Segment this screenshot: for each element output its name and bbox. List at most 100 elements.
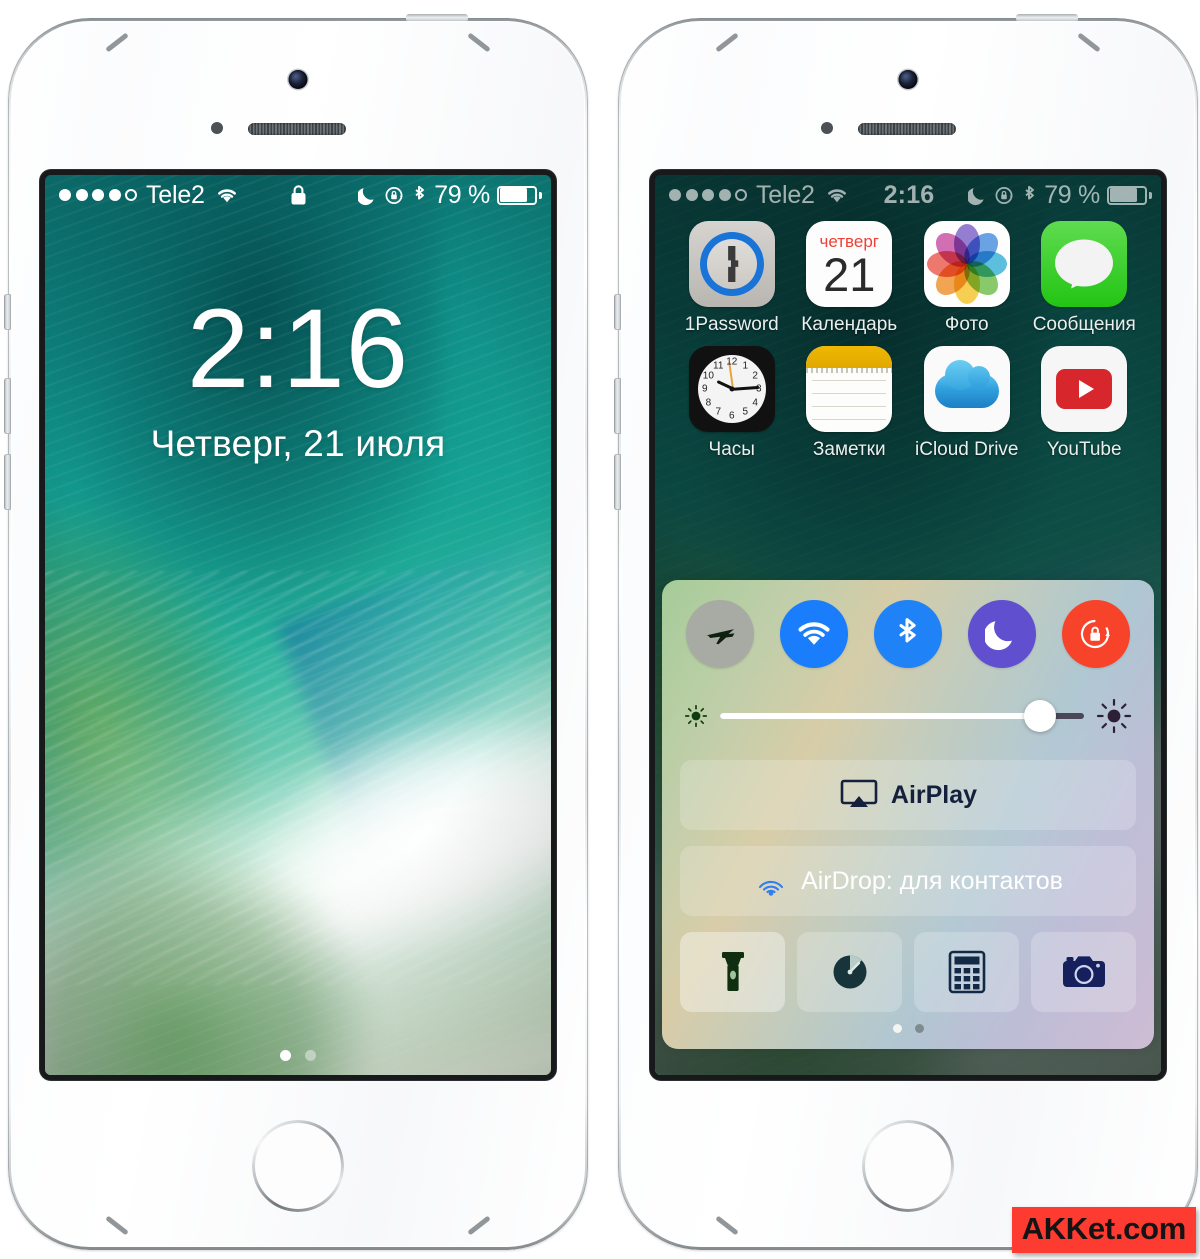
- app-clock[interactable]: 1 2 3 4 5 6 7 8 9 10 11 12 Часы: [673, 346, 791, 461]
- timer-icon: [833, 955, 866, 989]
- control-center-page-indicator[interactable]: [680, 1024, 1136, 1033]
- timer-button[interactable]: [797, 932, 902, 1012]
- app-label: Часы: [708, 439, 755, 460]
- home-button[interactable]: [252, 1120, 344, 1212]
- battery-percent-label: 79 %: [1044, 180, 1100, 209]
- app-label: Заметки: [812, 439, 886, 460]
- youtube-icon[interactable]: [1041, 346, 1128, 432]
- sun-large-icon: [1096, 698, 1132, 734]
- clock-numeral: 9: [701, 383, 708, 395]
- page-indicator-left[interactable]: [45, 1050, 551, 1061]
- watermark: AKKet.com: [1011, 1207, 1196, 1253]
- proximity-sensor: [211, 122, 223, 134]
- app-label: Календарь: [801, 314, 898, 335]
- volume-up-button[interactable]: [4, 378, 11, 434]
- app-messages[interactable]: Сообщения: [1026, 221, 1144, 336]
- carrier-label: Tele2: [146, 180, 205, 209]
- volume-down-button[interactable]: [614, 454, 621, 510]
- clock-numeral: 12: [726, 356, 738, 368]
- brightness-track[interactable]: [720, 700, 1084, 732]
- app-photos[interactable]: Фото: [908, 221, 1026, 336]
- flashlight-button[interactable]: [680, 932, 785, 1012]
- rotation-lock-icon: [995, 186, 1013, 204]
- earpiece-speaker: [858, 123, 956, 135]
- wifi-toggle[interactable]: [780, 600, 848, 668]
- 1password-icon[interactable]: [688, 221, 775, 307]
- app-notes[interactable]: Заметки: [791, 346, 909, 461]
- app-grid: 1Password четверг 21 Календарь Фото Сооб…: [655, 221, 1161, 461]
- app-1password[interactable]: 1Password: [673, 221, 791, 336]
- messages-icon[interactable]: [1041, 221, 1128, 307]
- battery-icon: [497, 186, 542, 205]
- power-button[interactable]: [406, 14, 468, 21]
- notes-rule-line: [812, 406, 887, 407]
- volume-down-button[interactable]: [4, 454, 11, 510]
- mute-switch[interactable]: [614, 294, 621, 330]
- signal-strength-icon: [669, 189, 747, 201]
- wifi-icon: [827, 189, 846, 203]
- antenna-line: [715, 1215, 739, 1236]
- status-bar-right: Tele2 2:16 79 %: [655, 175, 1161, 215]
- clock-numeral: 4: [752, 397, 758, 408]
- moon-icon: [358, 187, 374, 205]
- photos-icon[interactable]: [923, 221, 1010, 307]
- bluetooth-icon: [899, 618, 916, 643]
- airplane-icon: [706, 629, 735, 645]
- antenna-line: [1077, 32, 1101, 53]
- page-dot[interactable]: [280, 1050, 291, 1061]
- control-center-toggles: [680, 600, 1136, 668]
- flashlight-icon: [721, 952, 744, 991]
- lock-date: Четверг, 21 июля: [150, 423, 446, 464]
- screen-right[interactable]: Tele2 2:16 79 % 1Password четверг 21 Кал…: [655, 175, 1161, 1075]
- airplay-button[interactable]: AirPlay: [680, 760, 1136, 830]
- clock-numeral: 8: [705, 397, 712, 408]
- volume-up-button[interactable]: [614, 378, 621, 434]
- calendar-icon[interactable]: четверг 21: [806, 221, 893, 307]
- carrier-label: Tele2: [756, 180, 815, 209]
- page-dot[interactable]: [305, 1050, 316, 1061]
- bluetooth-icon: [1025, 185, 1035, 200]
- calculator-icon: [948, 950, 985, 994]
- sun-small-icon: [684, 704, 708, 728]
- do-not-disturb-toggle[interactable]: [968, 600, 1036, 668]
- airplay-label: AirPlay: [890, 780, 978, 809]
- rotation-lock-icon: [385, 186, 403, 204]
- clock-numeral: 10: [702, 370, 714, 381]
- app-youtube[interactable]: YouTube: [1026, 346, 1144, 461]
- icloud-drive-icon[interactable]: [923, 346, 1010, 432]
- camera-button[interactable]: [1031, 932, 1136, 1012]
- airdrop-label: AirDrop: для контактов: [801, 866, 1063, 895]
- clock-icon[interactable]: 1 2 3 4 5 6 7 8 9 10 11 12: [688, 346, 775, 432]
- bluetooth-toggle[interactable]: [874, 600, 942, 668]
- status-bar-time: 2:16: [883, 180, 935, 209]
- power-button[interactable]: [1016, 14, 1078, 21]
- airdrop-icon: [759, 880, 784, 896]
- status-bar-left: Tele2 79 %: [45, 175, 551, 215]
- notes-rule-line: [812, 419, 887, 420]
- home-button[interactable]: [862, 1120, 954, 1212]
- antenna-line: [715, 32, 739, 53]
- bluetooth-icon: [415, 185, 425, 200]
- notes-rule-line: [812, 393, 887, 394]
- clock-numeral: 7: [715, 406, 722, 418]
- page-dot[interactable]: [892, 1024, 902, 1033]
- airplay-icon: [840, 779, 878, 807]
- mute-switch[interactable]: [4, 294, 11, 330]
- moon-icon: [985, 621, 1012, 651]
- page-dot[interactable]: [914, 1024, 924, 1033]
- calculator-button[interactable]: [914, 932, 1019, 1012]
- app-label: YouTube: [1046, 439, 1122, 460]
- battery-percent-label: 79 %: [434, 180, 490, 209]
- rotation-lock-icon: [1080, 619, 1110, 649]
- app-icloud-drive[interactable]: iCloud Drive: [908, 346, 1026, 461]
- notes-icon[interactable]: [806, 346, 893, 432]
- screen-left[interactable]: Tele2 79 % 2:16 Четверг, 21 июля: [45, 175, 551, 1075]
- brightness-knob[interactable]: [1024, 700, 1057, 732]
- app-calendar[interactable]: четверг 21 Календарь: [791, 221, 909, 336]
- notes-rule-line: [812, 380, 887, 381]
- airdrop-button[interactable]: AirDrop: для контактов: [680, 846, 1136, 916]
- brightness-slider[interactable]: [684, 698, 1132, 734]
- airplane-mode-toggle[interactable]: [686, 600, 754, 668]
- lock-icon: [291, 185, 306, 205]
- rotation-lock-toggle[interactable]: [1062, 600, 1130, 668]
